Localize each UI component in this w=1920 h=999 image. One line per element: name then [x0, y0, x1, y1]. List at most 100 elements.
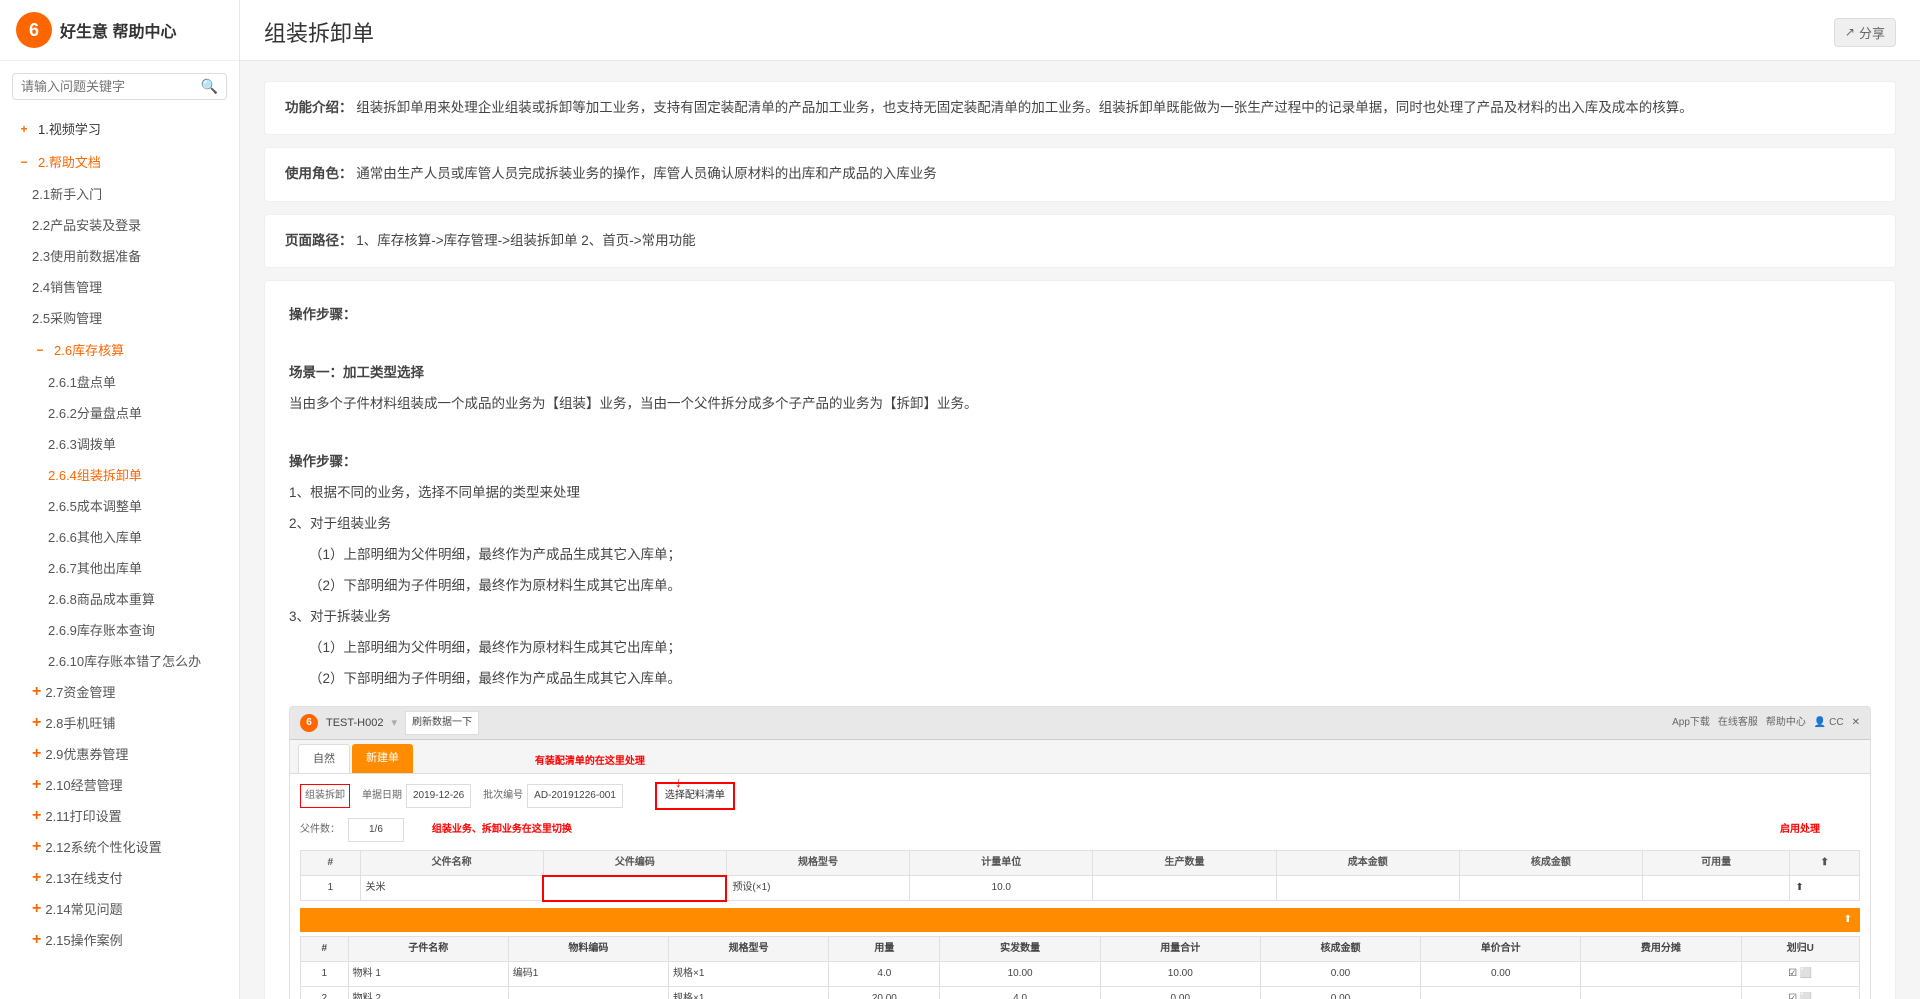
- intro-block: 功能介绍： 组装拆卸单用来处理企业组装或拆卸等加工业务，支持有固定装配清单的产品…: [264, 81, 1896, 135]
- role-label: 使用角色：: [285, 166, 353, 181]
- sidebar-item-2-6-7[interactable]: 2.6.7其他出库单: [0, 552, 239, 583]
- search-icon[interactable]: 🔍: [201, 78, 218, 95]
- sim-upper-td-1-7: [1459, 876, 1642, 901]
- sidebar-item-2-6-8-label: 2.6.8商品成本重算: [48, 589, 155, 608]
- sim-lower-table: # 子件名称 物料编码 规格型号 用量 实发数量 用量合计 核成金额 单价合计 …: [300, 936, 1860, 999]
- main-header: 组装拆卸单 ↗ 分享: [240, 0, 1920, 61]
- sim-lower-th-9: 费用分摊: [1581, 936, 1741, 961]
- search-box[interactable]: 🔍: [12, 73, 227, 100]
- sim-lower-th-10: 划归U: [1741, 936, 1860, 961]
- role-text: 通常由生产人员或库管人员完成拆装业务的操作，库管人员确认原材料的出库和产成品的入…: [356, 166, 937, 181]
- sidebar-item-2-12-label: 2.12系统个性化设置: [45, 837, 161, 856]
- sidebar-item-2-6-5[interactable]: 2.6.5成本调整单: [0, 490, 239, 521]
- sidebar-item-2-6-9-label: 2.6.9库存账本查询: [48, 620, 155, 639]
- nav-section: + 1.视频学习 − 2.帮助文档 2.1新手入门 2.2产品安装及登录 2.3…: [0, 112, 239, 959]
- sidebar-item-2-2[interactable]: 2.2产品安装及登录: [0, 209, 239, 240]
- sim-lr-2-4: 20.00: [829, 986, 940, 999]
- sidebar-item-2-6-4-label: 2.6.4组装拆卸单: [48, 465, 142, 484]
- sidebar-item-2-6-3[interactable]: 2.6.3调拨单: [0, 428, 239, 459]
- sidebar-item-2-15[interactable]: + 2.15操作案例: [0, 924, 239, 955]
- sidebar-item-2-6-2[interactable]: 2.6.2分量盘点单: [0, 397, 239, 428]
- sidebar-item-2-3[interactable]: 2.3使用前数据准备: [0, 240, 239, 271]
- sidebar-item-2-6-9[interactable]: 2.6.9库存账本查询: [0, 614, 239, 645]
- sim-annotation-area-1: 选择配料清单 有装配清单的在这里处理 ↓: [655, 782, 735, 810]
- main-area: 组装拆卸单 ↗ 分享 功能介绍： 组装拆卸单用来处理企业组装或拆卸等加工业务，支…: [240, 0, 1920, 999]
- sidebar-item-2-14-label: 2.14常见问题: [45, 899, 122, 918]
- scenario-heading: 场景一：加工类型选择: [289, 365, 424, 380]
- sim-count-value: 1/6: [348, 818, 404, 842]
- sidebar-item-2-10[interactable]: + 2.10经营管理: [0, 769, 239, 800]
- sidebar-item-2-11[interactable]: + 2.11打印设置: [0, 800, 239, 831]
- sim-app-label: App下载: [1672, 713, 1710, 733]
- sidebar-item-2-6-10[interactable]: 2.6.10库存账本错了怎么办: [0, 645, 239, 676]
- role-block: 使用角色： 通常由生产人员或库管人员完成拆装业务的操作，库管人员确认原材料的出库…: [264, 147, 1896, 201]
- sidebar-item-2-6-3-label: 2.6.3调拨单: [48, 434, 116, 453]
- sim-upper-th-2: 父件编码: [543, 850, 726, 876]
- sim-lower-row-1: 1 物料 1 编码1 规格×1 4.0 10.00 10.00 0.00 0.0…: [301, 961, 1860, 986]
- sidebar-item-2-6-6[interactable]: 2.6.6其他入库单: [0, 521, 239, 552]
- content-area: 功能介绍： 组装拆卸单用来处理企业组装或拆卸等加工业务，支持有固定装配清单的产品…: [240, 61, 1920, 999]
- intro-label: 功能介绍：: [285, 100, 353, 115]
- sim-date-label: 单据日期: [362, 786, 402, 806]
- sim-anno1-arrow: ↓: [675, 768, 682, 796]
- sim-upper-th-7: 核成金额: [1459, 850, 1642, 876]
- sidebar-item-2-6-1[interactable]: 2.6.1盘点单: [0, 366, 239, 397]
- sidebar-item-2-6-8[interactable]: 2.6.8商品成本重算: [0, 583, 239, 614]
- plus-icon-2-7: +: [32, 683, 41, 701]
- sidebar-item-2[interactable]: − 2.帮助文档: [0, 145, 239, 178]
- sim-title-bar: 6 TEST-H002 ▾ 刷新数据一下 App下载 在线客服 帮助中心 👤 C…: [290, 707, 1870, 740]
- sidebar-item-2-14[interactable]: + 2.14常见问题: [0, 893, 239, 924]
- sidebar-item-1[interactable]: + 1.视频学习: [0, 112, 239, 145]
- sim-lr-2-10: ☑ ⬜: [1741, 986, 1860, 999]
- sidebar-item-1-label: 1.视频学习: [38, 119, 101, 138]
- sim-upper-td-1-2: [543, 876, 726, 901]
- sidebar-item-2-6-5-label: 2.6.5成本调整单: [48, 496, 142, 515]
- sidebar-item-2-6[interactable]: − 2.6库存核算: [0, 333, 239, 366]
- sidebar-item-2-5[interactable]: 2.5采购管理: [0, 302, 239, 333]
- sim-lower-th-7: 核成金额: [1260, 936, 1420, 961]
- sidebar-item-2-4[interactable]: 2.4销售管理: [0, 271, 239, 302]
- plus-icon-1: +: [16, 121, 32, 137]
- sidebar-item-2-7[interactable]: + 2.7资金管理: [0, 676, 239, 707]
- sim-lower-th-1: 子件名称: [348, 936, 508, 961]
- sidebar-item-2-6-4[interactable]: 2.6.4组装拆卸单: [0, 459, 239, 490]
- sim-upper-table: # 父件名称 父件编码 规格型号 计量单位 生产数量 成本金额 核成金额 可用量…: [300, 850, 1860, 902]
- content-body: 操作步骤： 场景一：加工类型选择 当由多个子件材料组装成一个成品的业务为【组装】…: [264, 280, 1896, 999]
- sidebar-item-2-13[interactable]: + 2.13在线支付: [0, 862, 239, 893]
- sim-lr-2-8: [1421, 986, 1581, 999]
- sim-lower-row-2: 2 物料 2 规格×1 20.00 4.0 0.00 0.00 ☑ ⬜: [301, 986, 1860, 999]
- plus-icon-2-10: +: [32, 776, 41, 794]
- sidebar-item-2-9[interactable]: + 2.9优惠券管理: [0, 738, 239, 769]
- step3: 3、对于拆装业务: [289, 603, 1871, 630]
- sim-title-right: App下载 在线客服 帮助中心 👤 CC ✕: [1672, 713, 1860, 733]
- ops-heading: 操作步骤：: [289, 307, 357, 322]
- sim-logo: 6: [300, 714, 318, 732]
- sim-lr-2-2: [508, 986, 668, 999]
- step3-sub1: （1）上部明细为父件明细，最终作为原材料生成其它出库单；: [289, 634, 1871, 661]
- site-title: 好生意 帮助中心: [60, 18, 176, 42]
- sim-upper-td-1-3: 预设(×1): [726, 876, 909, 901]
- sim-lr-1-2: 编码1: [508, 961, 668, 986]
- sidebar-item-2-6-2-label: 2.6.2分量盘点单: [48, 403, 142, 422]
- sim-lower-header-bar: ⬆: [300, 908, 1860, 932]
- sim-dropdown-icon: ▾: [391, 712, 397, 734]
- sidebar: 6 好生意 帮助中心 🔍 + 1.视频学习 − 2.帮助文档 2.1新手入门 2…: [0, 0, 240, 999]
- sim-upper-td-1-8: [1643, 876, 1790, 901]
- sidebar-item-2-12[interactable]: + 2.12系统个性化设置: [0, 831, 239, 862]
- sim-help-label: 在线客服: [1718, 713, 1758, 733]
- logo-icon: 6: [16, 12, 52, 48]
- search-input[interactable]: [21, 79, 201, 94]
- sim-type-label: 组装拆卸: [300, 784, 350, 808]
- sim-type-field: 组装拆卸: [300, 784, 350, 808]
- share-button[interactable]: ↗ 分享: [1834, 18, 1896, 47]
- sim-lr-1-6: 10.00: [1100, 961, 1260, 986]
- sim-date-field: 单据日期 2019-12-26: [362, 784, 471, 808]
- sim-upper-td-1-4: 10.0: [910, 876, 1093, 901]
- sim-test-id: TEST-H002: [326, 712, 383, 734]
- sidebar-item-2-8[interactable]: + 2.8手机旺铺: [0, 707, 239, 738]
- sim-anno1-btn: 选择配料清单: [655, 782, 735, 810]
- sidebar-item-2-1-label: 2.1新手入门: [32, 184, 102, 203]
- sidebar-item-2-1[interactable]: 2.1新手入门: [0, 178, 239, 209]
- sim-center-label: 帮助中心: [1766, 713, 1806, 733]
- sim-lower-th-5: 实发数量: [940, 936, 1100, 961]
